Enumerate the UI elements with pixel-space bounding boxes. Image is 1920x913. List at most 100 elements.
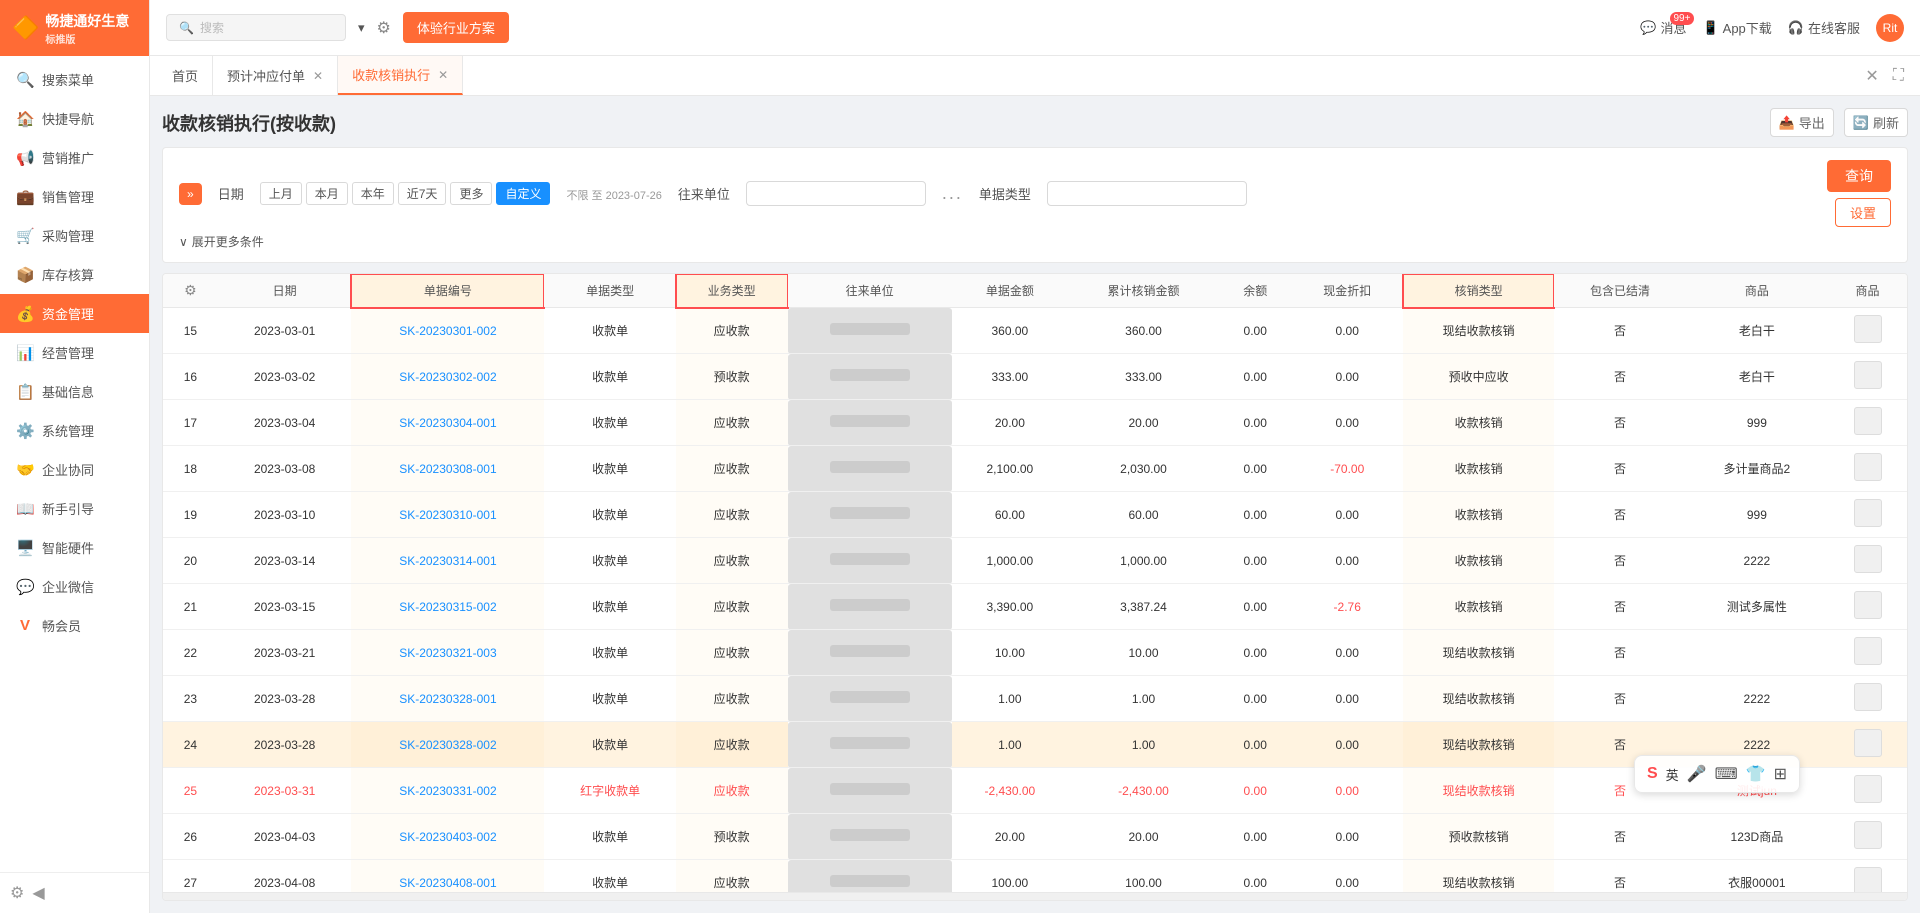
shirt-icon[interactable]: 👕 xyxy=(1746,764,1766,784)
cell-doc-no[interactable]: SK-20230308-001 xyxy=(351,446,544,492)
service-button[interactable]: 🎧 在线客服 xyxy=(1788,18,1860,37)
doc-no-link[interactable]: SK-20230408-001 xyxy=(399,876,496,890)
tab-expand-icon[interactable]: ⛶ xyxy=(1889,63,1908,89)
sidebar-item-inventory[interactable]: 📦 库存核算 xyxy=(0,255,149,294)
cell-doc-no[interactable]: SK-20230331-002 xyxy=(351,768,544,814)
cell-doc-no[interactable]: SK-20230328-002 xyxy=(351,722,544,768)
sidebar-item-basic[interactable]: 📋 基础信息 xyxy=(0,372,149,411)
tab-prepay-close[interactable]: ✕ xyxy=(313,69,323,83)
solution-button[interactable]: 体验行业方案 xyxy=(403,12,509,43)
sidebar-settings-icon[interactable]: ⚙ xyxy=(10,883,24,903)
table-row[interactable]: 212023-03-15SK-20230315-002收款单应收款3,390.0… xyxy=(163,584,1907,630)
doc-no-link[interactable]: SK-20230328-002 xyxy=(399,738,496,752)
table-row[interactable]: 262023-04-03SK-20230403-002收款单预收款20.0020… xyxy=(163,814,1907,860)
sidebar-item-guide[interactable]: 📖 新手引导 xyxy=(0,489,149,528)
tab-close-all-icon[interactable]: ✕ xyxy=(1861,62,1882,90)
cell-doc-no[interactable]: SK-20230310-001 xyxy=(351,492,544,538)
product-thumbnail xyxy=(1854,867,1882,892)
cell-doc-no[interactable]: SK-20230302-002 xyxy=(351,354,544,400)
message-button[interactable]: 💬 消息 99+ xyxy=(1640,18,1686,37)
sidebar-item-purchase[interactable]: 🛒 采购管理 xyxy=(0,216,149,255)
topbar-dropdown[interactable]: ▾ xyxy=(358,20,365,36)
cell-balance: 0.00 xyxy=(1219,446,1291,492)
tab-receipt-close[interactable]: ✕ xyxy=(438,68,448,82)
doc-no-link[interactable]: SK-20230301-002 xyxy=(399,324,496,338)
sidebar-item-marketing[interactable]: 📢 营销推广 xyxy=(0,138,149,177)
filter-this-month[interactable]: 本月 xyxy=(306,182,348,205)
table-row[interactable]: 202023-03-14SK-20230314-001收款单应收款1,000.0… xyxy=(163,538,1907,584)
export-button[interactable]: 📤 导出 xyxy=(1770,108,1834,137)
sidebar-item-quick[interactable]: 🏠 快捷导航 xyxy=(0,99,149,138)
tab-home[interactable]: 首页 xyxy=(158,56,213,95)
doc-no-link[interactable]: SK-20230328-001 xyxy=(399,692,496,706)
sidebar-item-finance[interactable]: 💰 资金管理 xyxy=(0,294,149,333)
cell-cash-discount: -2.76 xyxy=(1291,584,1403,630)
th-gear[interactable]: ⚙ xyxy=(163,274,218,308)
sidebar-item-wechat[interactable]: 💬 企业微信 xyxy=(0,567,149,606)
sidebar-item-search[interactable]: 🔍 搜索菜单 xyxy=(0,60,149,99)
horizontal-scrollbar[interactable] xyxy=(163,892,1907,900)
table-row[interactable]: 172023-03-04SK-20230304-001收款单应收款20.0020… xyxy=(163,400,1907,446)
cell-doc-no[interactable]: SK-20230304-001 xyxy=(351,400,544,446)
sidebar-item-hardware[interactable]: 🖥️ 智能硬件 xyxy=(0,528,149,567)
sidebar-collapse-icon[interactable]: ◀ xyxy=(32,883,44,903)
cell-doc-no[interactable]: SK-20230408-001 xyxy=(351,860,544,893)
cell-doc-no[interactable]: SK-20230328-001 xyxy=(351,676,544,722)
doc-no-link[interactable]: SK-20230403-002 xyxy=(399,830,496,844)
user-avatar[interactable]: Rit xyxy=(1876,14,1904,42)
filter-doctype-select[interactable] xyxy=(1047,181,1247,206)
cell-include-settled: 否 xyxy=(1554,354,1685,400)
cell-product2 xyxy=(1828,722,1907,768)
table-row[interactable]: 182023-03-08SK-20230308-001收款单应收款2,100.0… xyxy=(163,446,1907,492)
tab-prepay[interactable]: 预计冲应付单 ✕ xyxy=(213,56,338,95)
doc-no-link[interactable]: SK-20230314-001 xyxy=(399,554,496,568)
filter-partner-input[interactable] xyxy=(746,181,926,206)
table-row[interactable]: 152023-03-01SK-20230301-002收款单应收款360.003… xyxy=(163,308,1907,354)
table-scroll[interactable]: ⚙ 日期 单据编号 单据类型 业务类型 往来单位 单据金额 累计核销金额 余额 … xyxy=(163,274,1907,892)
filter-settings-button[interactable]: 设置 xyxy=(1835,198,1891,227)
filter-query-button[interactable]: 查询 xyxy=(1827,160,1891,192)
microphone-icon[interactable]: 🎤 xyxy=(1687,764,1707,784)
sidebar-item-member[interactable]: V 畅会员 xyxy=(0,606,149,645)
filter-this-year[interactable]: 本年 xyxy=(352,182,394,205)
table-row[interactable]: 192023-03-10SK-20230310-001收款单应收款60.0060… xyxy=(163,492,1907,538)
filter-custom[interactable]: 自定义 xyxy=(496,182,550,205)
cell-doc-no[interactable]: SK-20230301-002 xyxy=(351,308,544,354)
keyboard-icon[interactable]: ⌨ xyxy=(1715,764,1738,784)
filter-last-month[interactable]: 上月 xyxy=(260,182,302,205)
table-row[interactable]: 232023-03-28SK-20230328-001收款单应收款1.001.0… xyxy=(163,676,1907,722)
filter-expand-button[interactable]: ∨ 展开更多条件 xyxy=(179,233,1891,250)
tab-prepay-label: 预计冲应付单 xyxy=(227,66,305,85)
doc-no-link[interactable]: SK-20230321-003 xyxy=(399,646,496,660)
grid-icon[interactable]: ⊞ xyxy=(1774,764,1787,784)
cell-doc-no[interactable]: SK-20230403-002 xyxy=(351,814,544,860)
sidebar-item-sales[interactable]: 💼 销售管理 xyxy=(0,177,149,216)
app-download-button[interactable]: 📱 App下载 xyxy=(1702,18,1771,37)
tab-receipt[interactable]: 收款核销执行 ✕ xyxy=(338,56,463,95)
doc-no-link[interactable]: SK-20230315-002 xyxy=(399,600,496,614)
refresh-button[interactable]: 🔄 刷新 xyxy=(1844,108,1908,137)
doc-no-link[interactable]: SK-20230304-001 xyxy=(399,416,496,430)
doc-no-link[interactable]: SK-20230302-002 xyxy=(399,370,496,384)
topbar-search-box[interactable]: 🔍 搜索 xyxy=(166,14,346,41)
doc-no-link[interactable]: SK-20230308-001 xyxy=(399,462,496,476)
filter-7days[interactable]: 近7天 xyxy=(398,182,447,205)
topbar-gear-icon[interactable]: ⚙ xyxy=(377,18,391,38)
doc-no-link[interactable]: SK-20230331-002 xyxy=(399,784,496,798)
cell-biz-type: 应收款 xyxy=(676,768,788,814)
table-row[interactable]: 222023-03-21SK-20230321-003收款单应收款10.0010… xyxy=(163,630,1907,676)
filter-partner-dots[interactable]: ... xyxy=(942,183,963,204)
doc-no-link[interactable]: SK-20230310-001 xyxy=(399,508,496,522)
filter-more[interactable]: 更多 xyxy=(450,182,492,205)
cell-doc-no[interactable]: SK-20230315-002 xyxy=(351,584,544,630)
cell-doc-no[interactable]: SK-20230314-001 xyxy=(351,538,544,584)
filter-toggle-button[interactable]: » xyxy=(179,183,202,205)
sidebar-item-system[interactable]: ⚙️ 系统管理 xyxy=(0,411,149,450)
cell-num: 15 xyxy=(163,308,218,354)
sidebar-item-operation[interactable]: 📊 经营管理 xyxy=(0,333,149,372)
table-row[interactable]: 272023-04-08SK-20230408-001收款单应收款100.001… xyxy=(163,860,1907,893)
cell-doc-no[interactable]: SK-20230321-003 xyxy=(351,630,544,676)
table-row[interactable]: 162023-03-02SK-20230302-002收款单预收款333.003… xyxy=(163,354,1907,400)
partner-blurred xyxy=(830,599,910,611)
sidebar-item-corp[interactable]: 🤝 企业协同 xyxy=(0,450,149,489)
